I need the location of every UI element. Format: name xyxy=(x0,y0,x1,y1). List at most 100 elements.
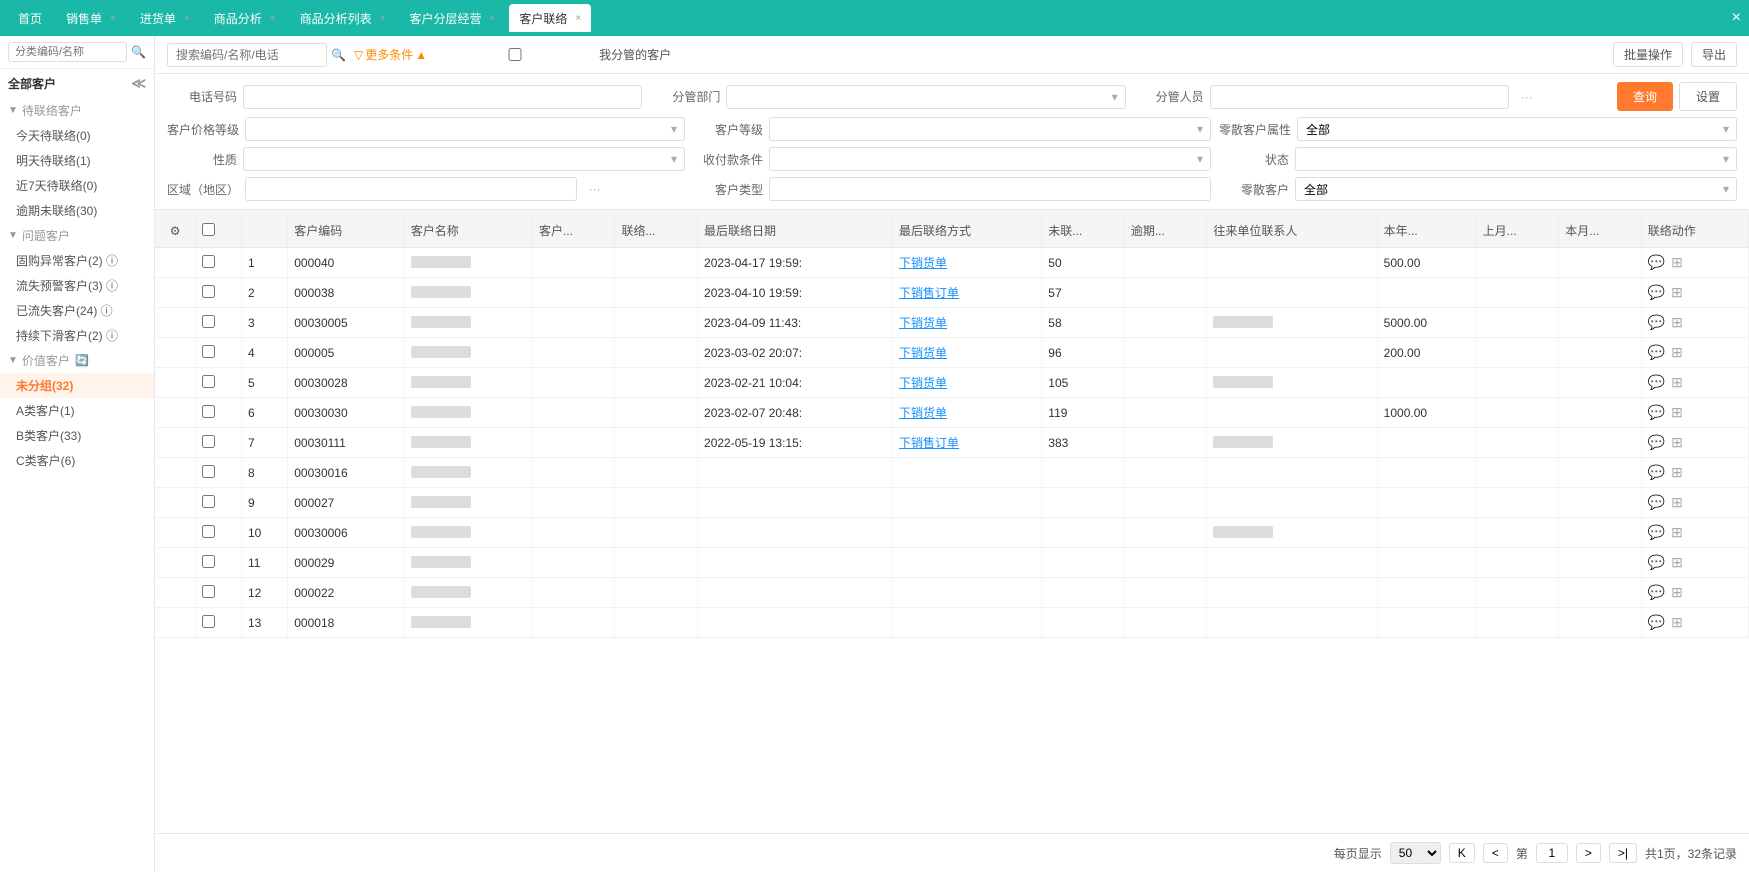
collapse-sidebar-icon[interactable]: ≪ xyxy=(131,75,146,92)
row-settings[interactable] xyxy=(155,518,196,548)
grid-icon[interactable]: ⊞ xyxy=(1671,254,1683,271)
row-checkbox[interactable] xyxy=(196,308,242,338)
my-customers-checkbox[interactable]: 我分管的客户 xyxy=(435,46,671,63)
my-customers-check[interactable] xyxy=(435,48,595,61)
row-checkbox[interactable] xyxy=(196,518,242,548)
row-settings[interactable] xyxy=(155,368,196,398)
row-settings[interactable] xyxy=(155,338,196,368)
sidebar-item-declining[interactable]: 持续下滑客户(2) ⓘ xyxy=(0,323,154,348)
row-settings[interactable] xyxy=(155,608,196,638)
sidebar-item-overdue-pending[interactable]: 逾期未联络(30) xyxy=(0,198,154,223)
row-settings[interactable] xyxy=(155,428,196,458)
sidebar-item-7days-pending[interactable]: 近7天待联络(0) xyxy=(0,173,154,198)
query-btn[interactable]: 查询 xyxy=(1617,82,1673,111)
message-icon[interactable]: 💬 xyxy=(1648,614,1665,631)
table-header-type[interactable]: 客户... xyxy=(532,214,615,248)
table-header-last-method[interactable]: 最后联络方式 xyxy=(893,214,1042,248)
sidebar-group-pending[interactable]: ▼ 待联络客户 xyxy=(0,98,154,123)
next-page-btn[interactable]: > xyxy=(1576,843,1601,863)
tab-customer-contact[interactable]: 客户联络 × xyxy=(509,4,591,32)
sidebar-item-class-c[interactable]: C类客户(6) xyxy=(0,448,154,473)
message-icon[interactable]: 💬 xyxy=(1648,584,1665,601)
tab-product-analysis-list[interactable]: 商品分析列表 × xyxy=(290,4,396,32)
table-header-settings[interactable]: ⚙ xyxy=(155,214,196,248)
search-icon[interactable]: 🔍 xyxy=(331,48,346,62)
filter-nature-select[interactable] xyxy=(243,147,685,171)
row-checkbox[interactable] xyxy=(196,548,242,578)
grid-icon[interactable]: ⊞ xyxy=(1671,464,1683,481)
filter-person-more-icon[interactable]: ··· xyxy=(1515,90,1539,104)
table-header-this-year[interactable]: 本年... xyxy=(1377,214,1476,248)
message-icon[interactable]: 💬 xyxy=(1648,344,1665,361)
tab-purchase-order[interactable]: 进货单 × xyxy=(130,4,200,32)
message-icon[interactable]: 💬 xyxy=(1648,464,1665,481)
grid-icon[interactable]: ⊞ xyxy=(1671,614,1683,631)
grid-icon[interactable]: ⊞ xyxy=(1671,524,1683,541)
reset-btn[interactable]: 设置 xyxy=(1679,82,1737,111)
row-settings[interactable] xyxy=(155,278,196,308)
close-sales-order-icon[interactable]: × xyxy=(110,13,116,24)
row-checkbox[interactable] xyxy=(196,488,242,518)
filter-status-select[interactable] xyxy=(1295,147,1737,171)
close-product-analysis-icon[interactable]: × xyxy=(270,13,276,24)
sidebar-item-churn-warning[interactable]: 流失预警客户(3) ⓘ xyxy=(0,273,154,298)
close-customer-segment-icon[interactable]: × xyxy=(489,13,495,24)
table-header-unit-contact[interactable]: 往来单位联系人 xyxy=(1207,214,1377,248)
row-settings[interactable] xyxy=(155,458,196,488)
message-icon[interactable]: 💬 xyxy=(1648,404,1665,421)
message-icon[interactable]: 💬 xyxy=(1648,524,1665,541)
row-last-method[interactable]: 下销货单 xyxy=(893,248,1042,278)
more-conditions-btn[interactable]: ▽ 更多条件 ▲ xyxy=(354,46,427,63)
close-customer-contact-icon[interactable]: × xyxy=(575,13,581,24)
row-settings[interactable] xyxy=(155,488,196,518)
row-checkbox[interactable] xyxy=(196,428,242,458)
row-settings[interactable] xyxy=(155,248,196,278)
row-last-method[interactable]: 下销货单 xyxy=(893,338,1042,368)
grid-icon[interactable]: ⊞ xyxy=(1671,374,1683,391)
page-input[interactable] xyxy=(1536,843,1568,863)
filter-person-input[interactable] xyxy=(1210,85,1509,109)
batch-ops-btn[interactable]: 批量操作 xyxy=(1613,42,1683,67)
sidebar-search-icon[interactable]: 🔍 xyxy=(131,45,146,59)
row-checkbox[interactable] xyxy=(196,578,242,608)
row-settings[interactable] xyxy=(155,308,196,338)
message-icon[interactable]: 💬 xyxy=(1648,434,1665,451)
row-checkbox[interactable] xyxy=(196,278,242,308)
grid-icon[interactable]: ⊞ xyxy=(1671,404,1683,421)
message-icon[interactable]: 💬 xyxy=(1648,554,1665,571)
grid-icon[interactable]: ⊞ xyxy=(1671,554,1683,571)
sidebar-item-unclassified[interactable]: 未分组(32) xyxy=(0,373,154,398)
filter-customer-level-select[interactable] xyxy=(769,117,1211,141)
table-header-code[interactable]: 客户编码 xyxy=(288,214,405,248)
row-settings[interactable] xyxy=(155,548,196,578)
filter-dept-select[interactable] xyxy=(726,85,1125,109)
sidebar-group-value[interactable]: ▼ 价值客户 🔄 xyxy=(0,348,154,373)
table-header-name[interactable]: 客户名称 xyxy=(404,214,532,248)
row-last-method[interactable]: 下销货单 xyxy=(893,308,1042,338)
table-header-overdue[interactable]: 逾期... xyxy=(1124,214,1207,248)
filter-region-input[interactable] xyxy=(245,177,577,201)
sidebar-item-today-pending[interactable]: 今天待联络(0) xyxy=(0,123,154,148)
table-header-contact[interactable]: 联络... xyxy=(615,214,698,248)
row-checkbox[interactable] xyxy=(196,248,242,278)
sidebar-item-class-b[interactable]: B类客户(33) xyxy=(0,423,154,448)
filter-retail-attr-select[interactable] xyxy=(1297,117,1737,141)
table-header-last-month[interactable]: 上月... xyxy=(1476,214,1559,248)
grid-icon[interactable]: ⊞ xyxy=(1671,344,1683,361)
row-checkbox[interactable] xyxy=(196,398,242,428)
row-last-method[interactable]: 下销货单 xyxy=(893,368,1042,398)
grid-icon[interactable]: ⊞ xyxy=(1671,584,1683,601)
message-icon[interactable]: 💬 xyxy=(1648,494,1665,511)
filter-phone-input[interactable] xyxy=(243,85,642,109)
first-page-btn[interactable]: K xyxy=(1449,843,1475,863)
row-last-method[interactable]: 下销售订单 xyxy=(893,428,1042,458)
close-window-icon[interactable]: × xyxy=(1732,9,1741,27)
row-checkbox[interactable] xyxy=(196,368,242,398)
tab-sales-order[interactable]: 销售单 × xyxy=(56,4,126,32)
table-header-checkbox[interactable] xyxy=(196,214,242,248)
message-icon[interactable]: 💬 xyxy=(1648,284,1665,301)
message-icon[interactable]: 💬 xyxy=(1648,314,1665,331)
close-purchase-order-icon[interactable]: × xyxy=(184,13,190,24)
prev-page-btn[interactable]: < xyxy=(1483,843,1508,863)
row-last-method[interactable]: 下销售订单 xyxy=(893,278,1042,308)
